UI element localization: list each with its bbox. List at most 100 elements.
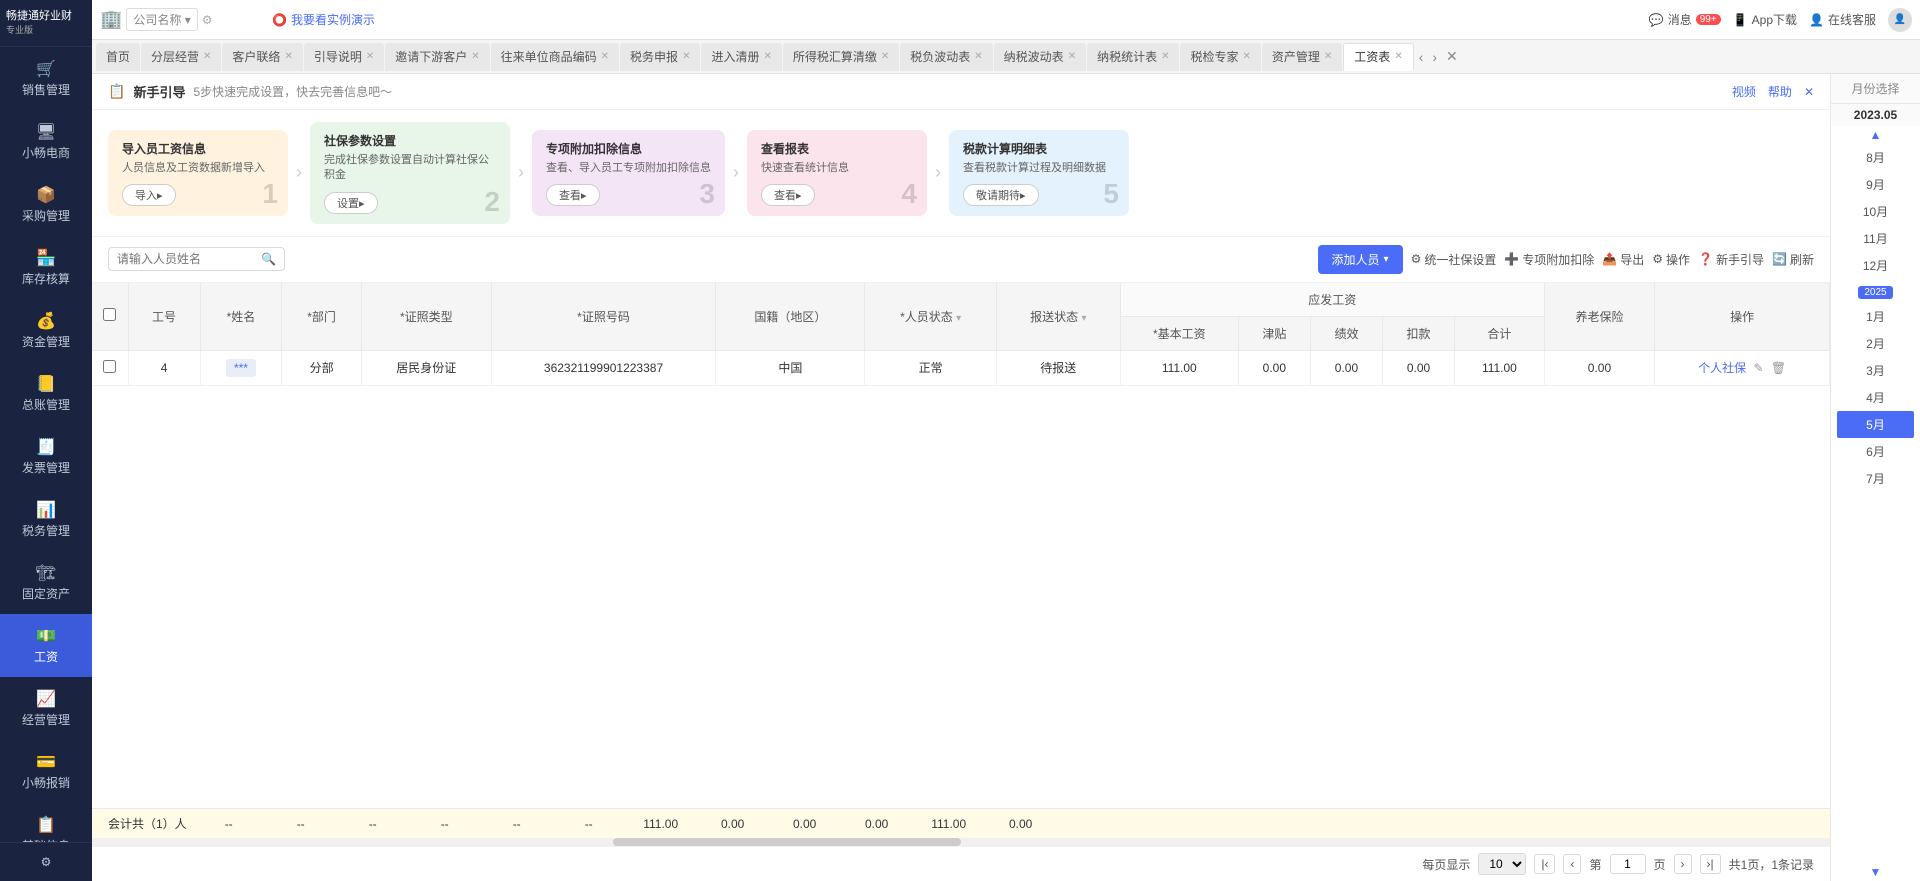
tab-tax-calc[interactable]: 所得税汇算清缴✕ bbox=[783, 43, 899, 71]
tab-tax-expert[interactable]: 税检专家✕ bbox=[1180, 43, 1260, 71]
step-btn-3[interactable]: 查看▸ bbox=[546, 184, 600, 206]
sidebar-item-inventory[interactable]: 🏪库存核算 bbox=[0, 236, 92, 299]
month-item-9[interactable]: 4月 bbox=[1831, 384, 1920, 411]
add-person-btn[interactable]: 添加人员 ▾ bbox=[1318, 245, 1403, 274]
tab-close-payroll[interactable]: ✕ bbox=[1394, 51, 1402, 62]
toolbar-action-1[interactable]: ➕专项附加扣除 bbox=[1504, 251, 1594, 268]
guide-help-btn[interactable]: 帮助 bbox=[1768, 83, 1792, 100]
report-filter-icon[interactable]: ▾ bbox=[1081, 313, 1086, 324]
select-all-checkbox[interactable] bbox=[103, 308, 116, 321]
tab-tax-stats2[interactable]: 纳税波动表✕ bbox=[994, 43, 1086, 71]
sidebar-item-payroll[interactable]: 💵工资 bbox=[0, 614, 92, 677]
tabs-close-all-btn[interactable]: ✕ bbox=[1442, 48, 1462, 65]
tab-guide[interactable]: 引导说明✕ bbox=[304, 43, 384, 71]
tab-partition[interactable]: 分层经营✕ bbox=[141, 43, 221, 71]
tab-close-product-code[interactable]: ✕ bbox=[601, 51, 609, 62]
search-box[interactable]: 🔍 bbox=[108, 247, 285, 271]
tab-close-tax-stats2[interactable]: ✕ bbox=[1068, 51, 1076, 62]
horizontal-scrollbar[interactable] bbox=[92, 838, 1830, 846]
tabs-prev-btn[interactable]: ‹ bbox=[1415, 49, 1428, 65]
row-op-delete-icon[interactable]: 🗑 bbox=[1771, 361, 1786, 375]
tab-close-tax-calc[interactable]: ✕ bbox=[881, 51, 889, 62]
prev-page-btn[interactable]: ‹ bbox=[1563, 854, 1581, 874]
tab-tax-exemption[interactable]: 税负波动表✕ bbox=[900, 43, 992, 71]
last-page-btn[interactable]: ›| bbox=[1700, 854, 1721, 874]
tab-close-tax-exemption[interactable]: ✕ bbox=[974, 51, 982, 62]
app-download-btn[interactable]: 📱 App下载 bbox=[1733, 11, 1797, 28]
tab-tax-report[interactable]: 税务申报✕ bbox=[620, 43, 700, 71]
month-item-1[interactable]: 9月 bbox=[1831, 171, 1920, 198]
guide-video-btn[interactable]: 视频 bbox=[1732, 83, 1756, 100]
month-next-btn[interactable]: ▼ bbox=[1831, 863, 1920, 881]
sidebar-item-ledger[interactable]: 📒总账管理 bbox=[0, 362, 92, 425]
toolbar-action-4[interactable]: ❓新手引导 bbox=[1698, 251, 1764, 268]
sidebar-item-fixed-assets[interactable]: 🏗固定资产 bbox=[0, 551, 92, 614]
toolbar-action-5[interactable]: 🔄刷新 bbox=[1772, 251, 1814, 268]
tab-close-tax-report[interactable]: ✕ bbox=[682, 51, 690, 62]
next-page-btn[interactable]: › bbox=[1674, 854, 1692, 874]
step-btn-4[interactable]: 查看▸ bbox=[761, 184, 815, 206]
messages-btn[interactable]: 💬 消息 99+ bbox=[1649, 11, 1721, 28]
step-btn-1[interactable]: 导入▸ bbox=[122, 184, 176, 206]
row-op-edit-icon[interactable]: ✎ bbox=[1753, 361, 1763, 375]
tab-close-invite[interactable]: ✕ bbox=[471, 51, 479, 62]
per-page-select[interactable]: 10 20 50 bbox=[1478, 853, 1526, 875]
topbar-settings-icon[interactable]: ⚙ bbox=[202, 13, 213, 27]
page-input[interactable] bbox=[1610, 854, 1646, 874]
tab-payroll[interactable]: 工资表✕ bbox=[1343, 43, 1413, 71]
tab-assets[interactable]: 资产管理✕ bbox=[1262, 43, 1342, 71]
toolbar-action-3[interactable]: ⚙操作 bbox=[1652, 251, 1690, 268]
tab-customer[interactable]: 客户联络✕ bbox=[222, 43, 302, 71]
tab-product-code[interactable]: 往来单位商品编码✕ bbox=[491, 43, 619, 71]
step-btn-2[interactable]: 设置▸ bbox=[324, 192, 378, 214]
sidebar-item-ecommerce[interactable]: 🖥小畅电商 bbox=[0, 110, 92, 173]
tab-close-guide[interactable]: ✕ bbox=[366, 51, 374, 62]
online-service-btn[interactable]: 👤 在线客服 bbox=[1809, 11, 1876, 28]
tab-close-assets[interactable]: ✕ bbox=[1324, 51, 1332, 62]
row-checkbox[interactable] bbox=[103, 360, 116, 373]
topbar-demo-btn[interactable]: ⭕ 我要看实例演示 bbox=[264, 11, 383, 28]
topbar-company[interactable]: 公司名称 ▾ bbox=[126, 8, 197, 31]
month-item-12[interactable]: 7月 bbox=[1831, 465, 1920, 492]
sidebar-item-finance[interactable]: 💰资金管理 bbox=[0, 299, 92, 362]
month-prev-btn[interactable]: ▲ bbox=[1831, 126, 1920, 144]
tabs-next-btn[interactable]: › bbox=[1428, 49, 1441, 65]
month-item-2[interactable]: 10月 bbox=[1831, 198, 1920, 225]
sidebar-item-operations[interactable]: 📈经营管理 bbox=[0, 677, 92, 740]
first-page-btn[interactable]: |‹ bbox=[1534, 854, 1555, 874]
sidebar-item-marketing[interactable]: 💳小畅报销 bbox=[0, 740, 92, 803]
row-name-link[interactable]: *** bbox=[226, 359, 256, 377]
tab-close-customer[interactable]: ✕ bbox=[284, 51, 292, 62]
sidebar-item-invoice[interactable]: 🧾发票管理 bbox=[0, 425, 92, 488]
sidebar-item-purchase[interactable]: 📦采购管理 bbox=[0, 173, 92, 236]
tab-tax-stats3[interactable]: 纳税统计表✕ bbox=[1087, 43, 1179, 71]
tab-close-clear[interactable]: ✕ bbox=[763, 51, 771, 62]
toolbar-action-2[interactable]: 📤导出 bbox=[1602, 251, 1644, 268]
month-item-11[interactable]: 6月 bbox=[1831, 438, 1920, 465]
month-item-0[interactable]: 8月 bbox=[1831, 144, 1920, 171]
tab-invite[interactable]: 邀请下游客户✕ bbox=[385, 43, 489, 71]
sidebar-item-sales[interactable]: 🛒销售管理 bbox=[0, 47, 92, 110]
month-item-6[interactable]: 1月 bbox=[1831, 303, 1920, 330]
month-item-4[interactable]: 12月 bbox=[1831, 252, 1920, 279]
tab-close-partition[interactable]: ✕ bbox=[203, 51, 211, 62]
user-avatar[interactable]: 👤 bbox=[1888, 8, 1912, 32]
sidebar-item-basic[interactable]: 📋基础信息 bbox=[0, 803, 92, 842]
toolbar-action-0[interactable]: ⚙统一社保设置 bbox=[1411, 251, 1497, 268]
guide-close-btn[interactable]: ✕ bbox=[1804, 85, 1814, 99]
month-item-10[interactable]: 5月 bbox=[1837, 411, 1914, 438]
row-op-social[interactable]: 个人社保 bbox=[1698, 361, 1746, 375]
tab-clear[interactable]: 进入清册✕ bbox=[701, 43, 781, 71]
tab-close-tax-expert[interactable]: ✕ bbox=[1243, 51, 1251, 62]
sidebar-item-tax[interactable]: 📊税务管理 bbox=[0, 488, 92, 551]
search-input[interactable] bbox=[117, 252, 257, 266]
month-item-8[interactable]: 3月 bbox=[1831, 357, 1920, 384]
month-item-3[interactable]: 11月 bbox=[1831, 225, 1920, 252]
tab-close-tax-stats3[interactable]: ✕ bbox=[1161, 51, 1169, 62]
step-btn-5[interactable]: 敬请期待▸ bbox=[963, 184, 1039, 206]
tab-home[interactable]: 首页 bbox=[96, 43, 140, 71]
sidebar-settings-btn[interactable]: ⚙ bbox=[0, 842, 92, 881]
month-item-7[interactable]: 2月 bbox=[1831, 330, 1920, 357]
status-filter-icon[interactable]: ▾ bbox=[956, 313, 961, 324]
search-icon[interactable]: 🔍 bbox=[261, 252, 276, 266]
